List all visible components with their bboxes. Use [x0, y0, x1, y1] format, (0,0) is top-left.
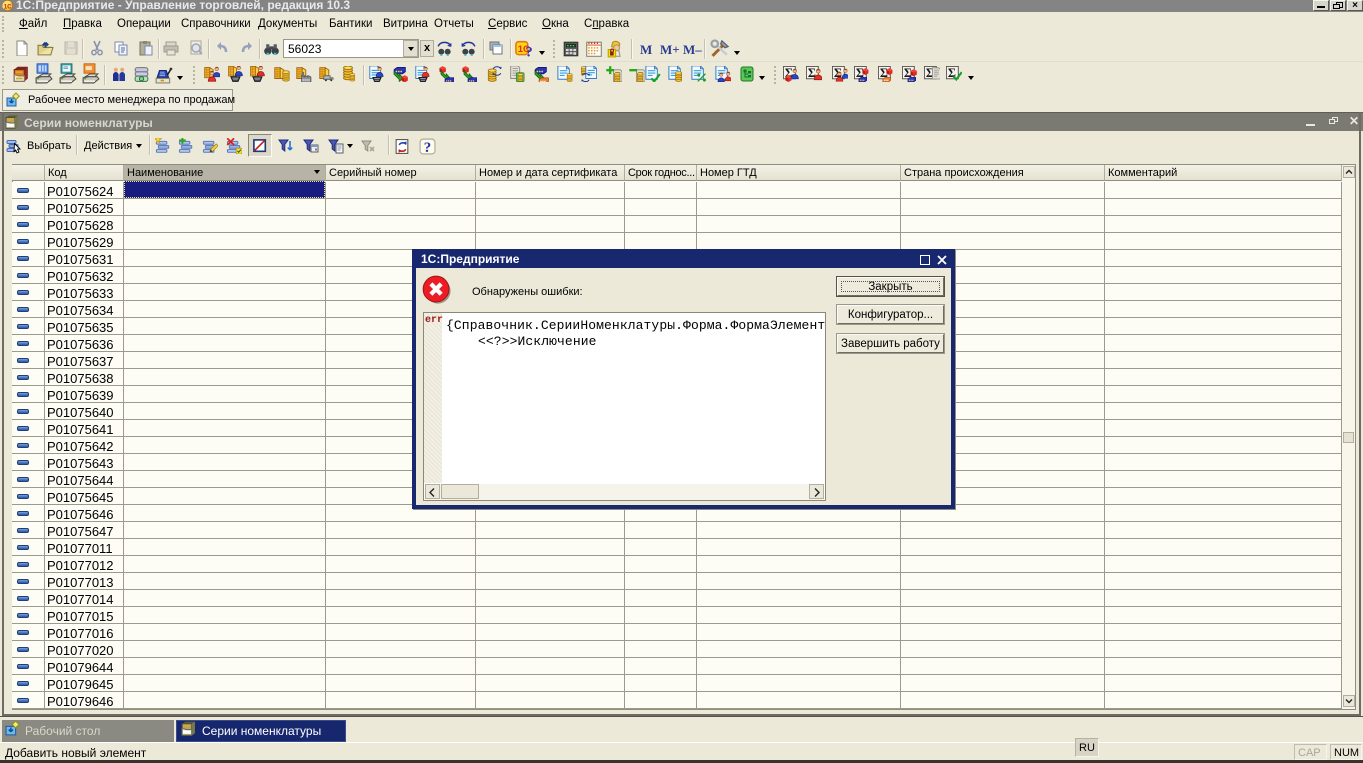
- svg-text:1С: 1С: [4, 3, 12, 10]
